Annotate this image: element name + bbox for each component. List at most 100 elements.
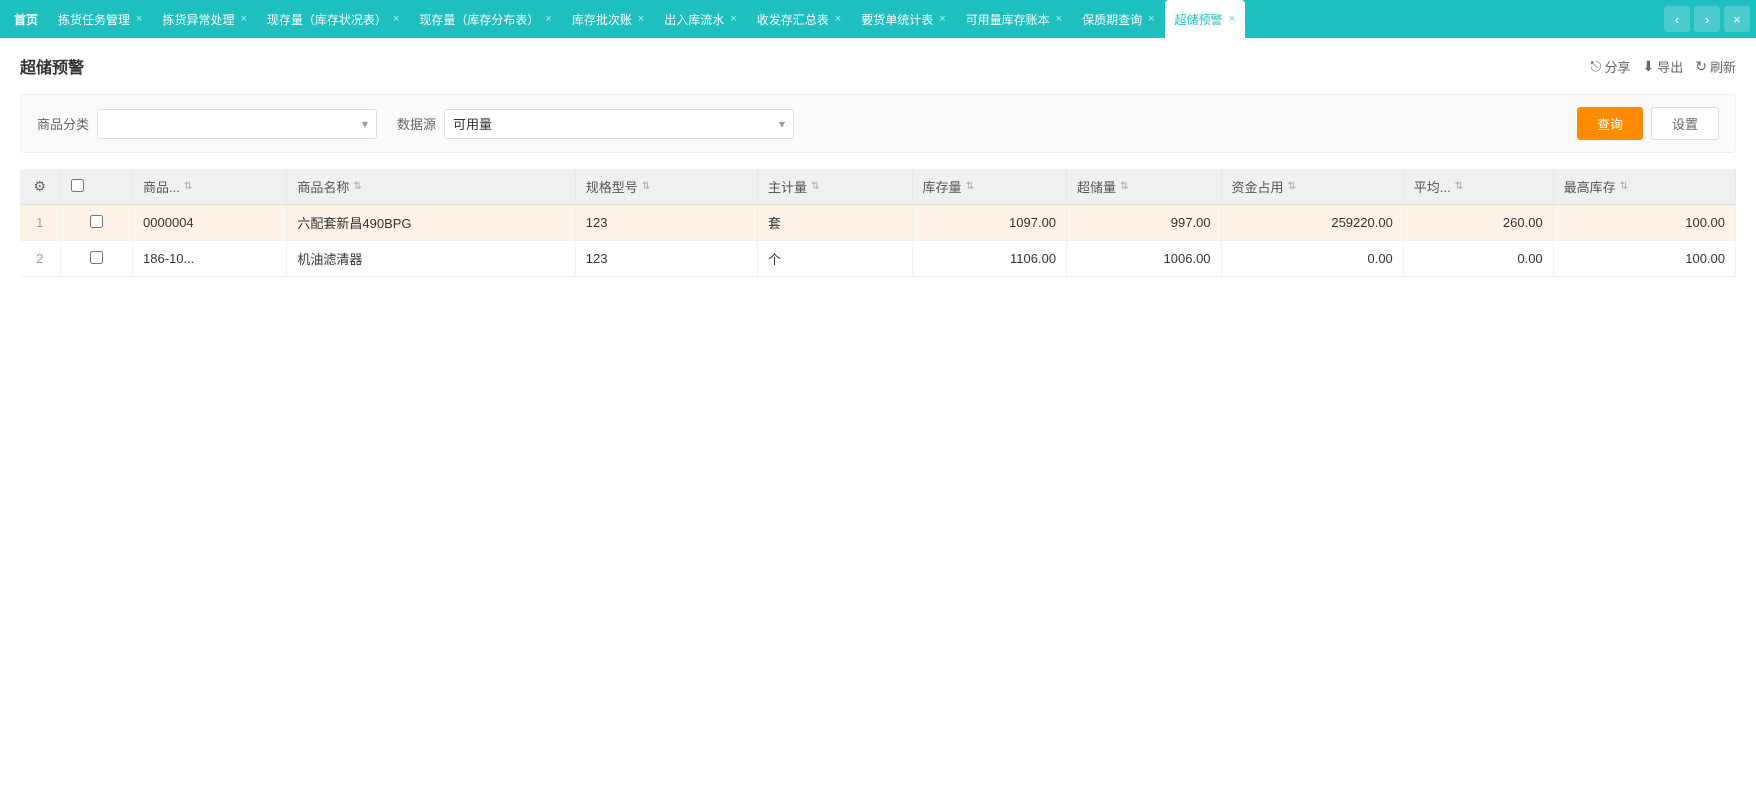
row-number: 1 xyxy=(20,205,60,241)
row-checkbox[interactable] xyxy=(90,251,103,264)
nav-tab-order-stats[interactable]: 要货单统计表 × xyxy=(851,0,955,38)
nav-arrow-left[interactable]: ‹ xyxy=(1664,6,1690,32)
close-icon[interactable]: × xyxy=(393,13,399,25)
row-number: 2 xyxy=(20,241,60,277)
sort-spec[interactable]: 规格型号 ⇅ xyxy=(586,177,650,196)
close-icon[interactable]: × xyxy=(1056,13,1062,25)
category-select[interactable] xyxy=(97,109,377,139)
inventory-cell: 1097.00 xyxy=(912,205,1067,241)
sort-inventory[interactable]: 库存量 ⇅ xyxy=(923,177,974,196)
header-actions: ⎋ 分享 ⬇ 导出 ↻ 刷新 xyxy=(1590,57,1736,76)
export-icon: ⬇ xyxy=(1643,58,1655,75)
product-code-col-header[interactable]: 商品... ⇅ xyxy=(133,169,287,205)
sort-icon: ⇅ xyxy=(811,181,819,192)
capital-cell: 0.00 xyxy=(1221,241,1403,277)
capital-col-header[interactable]: 资金占用 ⇅ xyxy=(1221,169,1403,205)
refresh-icon: ↻ xyxy=(1695,58,1707,75)
nav-arrow-close[interactable]: × xyxy=(1724,6,1750,32)
sort-product-code[interactable]: 商品... ⇅ xyxy=(143,177,192,196)
max-stock-cell: 100.00 xyxy=(1553,241,1735,277)
close-icon[interactable]: × xyxy=(1229,13,1235,25)
datasource-select[interactable]: 可用量 xyxy=(444,109,794,139)
table-row[interactable]: 2 186-10... 机油滤清器 123 个 1106.00 1006.00 … xyxy=(20,241,1736,277)
datasource-select-value: 可用量 xyxy=(453,114,492,133)
nav-tab-flow[interactable]: 出入库流水 × xyxy=(654,0,746,38)
sort-max-stock[interactable]: 最高库存 ⇅ xyxy=(1564,177,1628,196)
product-code-cell: 186-10... xyxy=(133,241,287,277)
overstock-cell: 997.00 xyxy=(1067,205,1222,241)
close-icon[interactable]: × xyxy=(240,13,246,25)
chevron-down-icon xyxy=(362,116,368,131)
spec-cell: 123 xyxy=(575,241,757,277)
overstock-col-header[interactable]: 超储量 ⇅ xyxy=(1067,169,1222,205)
capital-cell: 259220.00 xyxy=(1221,205,1403,241)
sort-product-name[interactable]: 商品名称 ⇅ xyxy=(297,177,361,196)
sort-overstock[interactable]: 超储量 ⇅ xyxy=(1077,177,1128,196)
category-label: 商品分类 xyxy=(37,114,89,133)
query-button[interactable]: 查询 xyxy=(1577,107,1643,140)
filter-area: 商品分类 数据源 可用量 查询 设置 xyxy=(20,94,1736,153)
max-stock-cell: 100.00 xyxy=(1553,205,1735,241)
refresh-button[interactable]: ↻ 刷新 xyxy=(1695,57,1736,76)
nav-tab-summary[interactable]: 收发存汇总表 × xyxy=(747,0,851,38)
close-icon[interactable]: × xyxy=(730,13,736,25)
sort-icon: ⇅ xyxy=(1120,181,1128,192)
sort-icon: ⇅ xyxy=(1620,181,1628,192)
chevron-down-icon xyxy=(779,116,785,131)
close-icon[interactable]: × xyxy=(939,13,945,25)
nav-tab-pick-exception[interactable]: 拣货异常处理 × xyxy=(152,0,256,38)
top-navigation: 首页 拣货任务管理 × 拣货异常处理 × 现存量（库存状况表） × 现存量（库存… xyxy=(0,0,1756,38)
row-checkbox[interactable] xyxy=(90,215,103,228)
nav-arrow-right[interactable]: › xyxy=(1694,6,1720,32)
sort-capital[interactable]: 资金占用 ⇅ xyxy=(1232,177,1296,196)
max-stock-col-header[interactable]: 最高库存 ⇅ xyxy=(1553,169,1735,205)
nav-tab-home[interactable]: 首页 xyxy=(4,0,48,38)
nav-tab-inventory-status[interactable]: 现存量（库存状况表） × xyxy=(257,0,409,38)
avg-col-header[interactable]: 平均... ⇅ xyxy=(1403,169,1553,205)
sort-icon: ⇅ xyxy=(966,181,974,192)
settings-col-header[interactable]: ⚙ xyxy=(20,169,60,205)
filter-actions: 查询 设置 xyxy=(1577,107,1719,140)
nav-tab-inventory-dist[interactable]: 现存量（库存分布表） × xyxy=(409,0,561,38)
avg-cell: 0.00 xyxy=(1403,241,1553,277)
datasource-label: 数据源 xyxy=(397,114,436,133)
product-name-cell: 机油滤清器 xyxy=(287,241,575,277)
sort-icon: ⇅ xyxy=(1288,181,1296,192)
sort-icon: ⇅ xyxy=(184,181,192,192)
close-icon[interactable]: × xyxy=(835,13,841,25)
product-code-cell: 0000004 xyxy=(133,205,287,241)
share-button[interactable]: ⎋ 分享 xyxy=(1590,57,1630,76)
settings-icon[interactable]: ⚙ xyxy=(33,178,46,194)
table-header-row: ⚙ 商品... ⇅ 商品名称 ⇅ xyxy=(20,169,1736,205)
nav-tab-expiry[interactable]: 保质期查询 × xyxy=(1072,0,1164,38)
overstock-cell: 1006.00 xyxy=(1067,241,1222,277)
nav-tab-overstock[interactable]: 超储预警 × xyxy=(1165,0,1245,38)
select-all-checkbox[interactable] xyxy=(71,179,84,192)
sort-unit[interactable]: 主计量 ⇅ xyxy=(768,177,819,196)
checkbox-col-header[interactable] xyxy=(60,169,133,205)
sort-icon: ⇅ xyxy=(642,181,650,192)
nav-tab-pick-task[interactable]: 拣货任务管理 × xyxy=(48,0,152,38)
page-title: 超储预警 xyxy=(20,54,84,78)
close-icon[interactable]: × xyxy=(638,13,644,25)
unit-cell: 套 xyxy=(758,205,913,241)
close-icon[interactable]: × xyxy=(136,13,142,25)
spec-col-header[interactable]: 规格型号 ⇅ xyxy=(575,169,757,205)
export-button[interactable]: ⬇ 导出 xyxy=(1643,57,1684,76)
page-content: 超储预警 ⎋ 分享 ⬇ 导出 ↻ 刷新 商品分类 数据源 xyxy=(0,38,1756,800)
row-checkbox-cell[interactable] xyxy=(60,241,133,277)
unit-col-header[interactable]: 主计量 ⇅ xyxy=(758,169,913,205)
table-row[interactable]: 1 0000004 六配套新昌490BPG 123 套 1097.00 997.… xyxy=(20,205,1736,241)
spec-cell: 123 xyxy=(575,205,757,241)
nav-tab-batch-ledger[interactable]: 库存批次账 × xyxy=(562,0,654,38)
sort-icon: ⇅ xyxy=(1455,181,1463,192)
inventory-col-header[interactable]: 库存量 ⇅ xyxy=(912,169,1067,205)
close-icon[interactable]: × xyxy=(545,13,551,25)
sort-avg[interactable]: 平均... ⇅ xyxy=(1414,177,1463,196)
product-name-col-header[interactable]: 商品名称 ⇅ xyxy=(287,169,575,205)
nav-tab-available-ledger[interactable]: 可用量库存账本 × xyxy=(956,0,1072,38)
set-button[interactable]: 设置 xyxy=(1651,107,1719,140)
row-checkbox-cell[interactable] xyxy=(60,205,133,241)
close-icon[interactable]: × xyxy=(1148,13,1154,25)
table-body: 1 0000004 六配套新昌490BPG 123 套 1097.00 997.… xyxy=(20,205,1736,277)
